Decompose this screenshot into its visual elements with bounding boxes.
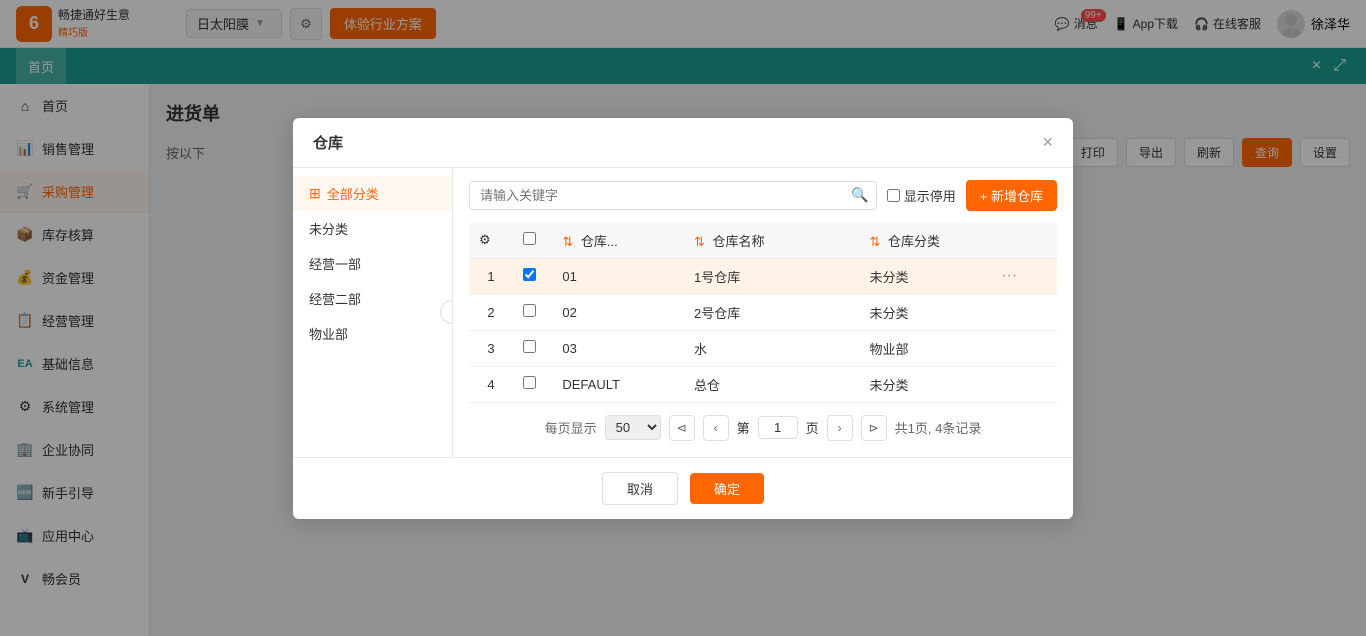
row-actions-4 [991,366,1057,402]
cat-label-dept1: 经营一部 [309,254,361,273]
category-dept2[interactable]: 经营二部 [293,281,452,316]
table-row: 3 03 水 物业部 [469,330,1057,366]
table-row: 1 01 1号仓库 未分类 ··· [469,258,1057,294]
cat-label-uncat: 未分类 [309,219,348,238]
row-num-2: 2 [469,294,513,330]
th-code: ⇅ 仓库... [552,223,684,259]
row-cat-3: 物业部 [860,330,992,366]
th-name: ⇅ 仓库名称 [684,223,860,259]
show-disabled-checkbox[interactable] [887,189,900,202]
th-actions [991,223,1057,259]
cancel-button[interactable]: 取消 [602,472,678,505]
first-page-button[interactable]: ⊲ [669,415,695,441]
th-check [513,223,552,259]
table-row: 4 DEFAULT 总仓 未分类 [469,366,1057,402]
row-check-2[interactable] [513,294,552,330]
table-header: ⚙ ⇅ 仓库... ⇅ 仓库名称 [469,223,1057,259]
last-page-button[interactable]: ⊳ [861,415,887,441]
row-checkbox-4[interactable] [523,376,536,389]
page-total: 共1页, 4条记录 [895,418,982,437]
cat-label-property: 物业部 [309,324,348,343]
sort-cat-icon: ⇅ [870,234,881,249]
table-header-row: ⚙ ⇅ 仓库... ⇅ 仓库名称 [469,223,1057,259]
add-warehouse-button[interactable]: + 新增仓库 [966,180,1057,211]
row-name-2: 2号仓库 [684,294,860,330]
row-cat-1: 未分类 [860,258,992,294]
cat-label-all: 全部分类 [327,184,379,203]
modal-main-content: 🔍 显示停用 + 新增仓库 ⚙ [453,168,1073,457]
category-all[interactable]: ⊞ 全部分类 [293,176,452,211]
search-input[interactable] [469,181,877,210]
row-name-1: 1号仓库 [684,258,860,294]
modal-overlay: 仓库 × ⊞ 全部分类 未分类 经营一部 [0,0,1366,636]
cat-label-dept2: 经营二部 [309,289,361,308]
page-number-input[interactable] [758,416,798,439]
row-check-4[interactable] [513,366,552,402]
warehouse-modal: 仓库 × ⊞ 全部分类 未分类 经营一部 [293,118,1073,519]
modal-category-sidebar: ⊞ 全部分类 未分类 经营一部 经营二部 物业部 [293,168,453,457]
th-gear: ⚙ [469,223,513,259]
modal-search-bar: 🔍 显示停用 + 新增仓库 [469,180,1057,211]
row-name-3: 水 [684,330,860,366]
prev-page-button[interactable]: ‹ [703,415,729,441]
next-page-button[interactable]: › [827,415,853,441]
modal-header: 仓库 × [293,118,1073,168]
th-category: ⇅ 仓库分类 [860,223,992,259]
row-checkbox-2[interactable] [523,304,536,317]
category-uncat[interactable]: 未分类 [293,211,452,246]
row-num-3: 3 [469,330,513,366]
row-action-menu-1[interactable]: ··· [1001,267,1017,284]
row-code-2: 02 [552,294,684,330]
modal-sidebar-inner: ⊞ 全部分类 未分类 经营一部 经营二部 物业部 [293,176,452,449]
row-cat-4: 未分类 [860,366,992,402]
row-name-4: 总仓 [684,366,860,402]
modal-footer: 取消 确定 [293,457,1073,519]
category-dept1[interactable]: 经营一部 [293,246,452,281]
all-cat-icon: ⊞ [309,185,321,202]
table-body: 1 01 1号仓库 未分类 ··· 2 02 2 [469,258,1057,402]
modal-body: ⊞ 全部分类 未分类 经营一部 经营二部 物业部 [293,168,1073,457]
row-checkbox-3[interactable] [523,340,536,353]
warehouse-table-scroll: ⚙ ⇅ 仓库... ⇅ 仓库名称 [469,223,1057,403]
pagination: 每页显示 50 100 200 ⊲ ‹ 第 页 › ⊳ 共1页, 4条记录 [469,403,1057,445]
per-page-label: 每页显示 [545,418,597,437]
row-code-4: DEFAULT [552,366,684,402]
show-disabled-label[interactable]: 显示停用 [887,186,956,205]
search-icon[interactable]: 🔍 [851,187,868,204]
row-code-3: 03 [552,330,684,366]
row-actions-1: ··· [991,258,1057,294]
row-actions-2 [991,294,1057,330]
select-all-checkbox[interactable] [523,232,536,245]
row-code-1: 01 [552,258,684,294]
row-num-1: 1 [469,258,513,294]
warehouse-table: ⚙ ⇅ 仓库... ⇅ 仓库名称 [469,223,1057,403]
page-label: 第 [737,418,750,437]
row-num-4: 4 [469,366,513,402]
table-row: 2 02 2号仓库 未分类 [469,294,1057,330]
row-check-1[interactable] [513,258,552,294]
row-checkbox-1[interactable] [523,268,536,281]
sort-code-icon: ⇅ [562,234,573,249]
modal-title: 仓库 [313,132,343,153]
row-check-3[interactable] [513,330,552,366]
per-page-select[interactable]: 50 100 200 [605,415,661,440]
sort-name-icon: ⇅ [694,234,705,249]
row-cat-2: 未分类 [860,294,992,330]
category-property[interactable]: 物业部 [293,316,452,351]
page-suffix: 页 [806,418,819,437]
row-actions-3 [991,330,1057,366]
search-input-wrap: 🔍 [469,181,877,210]
modal-close-button[interactable]: × [1042,133,1053,151]
confirm-button[interactable]: 确定 [690,473,764,504]
